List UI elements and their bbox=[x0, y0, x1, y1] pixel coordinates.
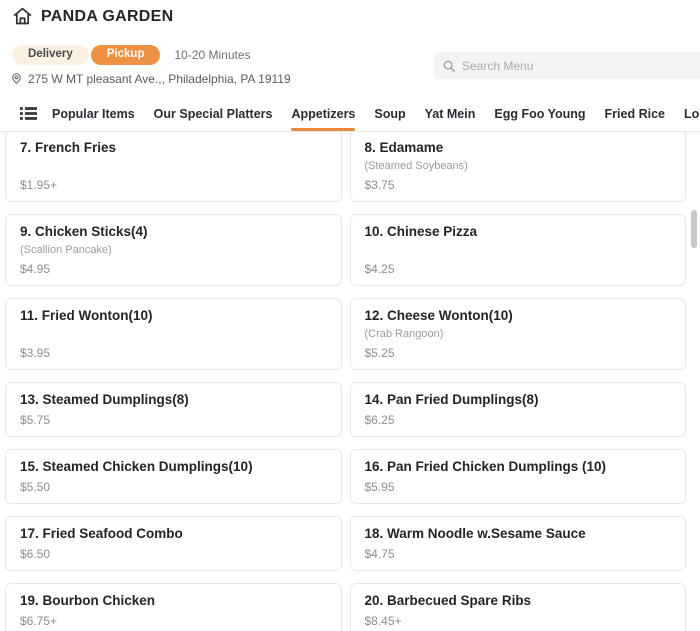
tab-label: Our Special Platters bbox=[154, 107, 273, 121]
menu-item-card[interactable]: 13. Steamed Dumplings(8) $5.75 bbox=[5, 382, 342, 437]
menu-item-title: 7. French Fries bbox=[20, 139, 327, 156]
restaurant-menu-page: PANDA GARDEN Delivery Pickup 10-20 Minut… bbox=[0, 0, 700, 631]
tab-appetizers[interactable]: Appetizers bbox=[291, 96, 355, 131]
menu-item-title: 16. Pan Fried Chicken Dumplings (10) bbox=[365, 458, 672, 475]
tab-popular-items[interactable]: Popular Items bbox=[52, 96, 135, 131]
menu-item-card[interactable]: 7. French Fries $1.95+ bbox=[5, 132, 342, 202]
menu-item-card[interactable]: 11. Fried Wonton(10) $3.95 bbox=[5, 298, 342, 370]
location-pin-icon bbox=[10, 71, 23, 86]
eta-text: 10-20 Minutes bbox=[174, 48, 250, 62]
menu-item-price: $1.95+ bbox=[20, 173, 327, 193]
menu-item-card[interactable]: 8. Edamame (Steamed Soybeans) $3.75 bbox=[350, 132, 687, 202]
menu-item-price: $3.95 bbox=[20, 341, 327, 361]
menu-item-price: $5.25 bbox=[365, 341, 672, 361]
restaurant-name: PANDA GARDEN bbox=[41, 8, 174, 26]
menu-item-subtitle: (Scallion Pancake) bbox=[20, 243, 327, 257]
menu-item-title: 19. Bourbon Chicken bbox=[20, 592, 327, 609]
menu-item-card[interactable]: 16. Pan Fried Chicken Dumplings (10) $5.… bbox=[350, 449, 687, 504]
tab-egg-foo-young[interactable]: Egg Foo Young bbox=[494, 96, 585, 131]
tab-lo-mein[interactable]: Lo Mein bbox=[684, 96, 700, 131]
fulfillment-options: Delivery Pickup 10-20 Minutes bbox=[12, 45, 251, 65]
menu-item-subtitle: (Crab Rangoon) bbox=[365, 327, 672, 341]
menu-item-title: 17. Fried Seafood Combo bbox=[20, 525, 327, 542]
menu-item-title: 8. Edamame bbox=[365, 139, 672, 156]
menu-item-card[interactable]: 9. Chicken Sticks(4) (Scallion Pancake) … bbox=[5, 214, 342, 286]
menu-grid: 7. French Fries $1.95+ 8. Edamame (Steam… bbox=[0, 132, 700, 631]
tab-label: Egg Foo Young bbox=[494, 107, 585, 121]
vertical-scrollbar-thumb[interactable] bbox=[691, 210, 697, 248]
menu-item-price: $5.50 bbox=[20, 475, 327, 495]
tab-soup[interactable]: Soup bbox=[374, 96, 405, 131]
menu-item-title: 9. Chicken Sticks(4) bbox=[20, 223, 327, 240]
menu-item-card[interactable]: 19. Bourbon Chicken $6.75+ bbox=[5, 583, 342, 631]
delivery-button[interactable]: Delivery bbox=[12, 45, 89, 65]
menu-item-price: $4.95 bbox=[20, 257, 327, 277]
menu-item-card[interactable]: 20. Barbecued Spare Ribs $8.45+ bbox=[350, 583, 687, 631]
menu-item-price: $5.95 bbox=[365, 475, 672, 495]
menu-item-price: $6.25 bbox=[365, 408, 672, 428]
menu-item-card[interactable]: 14. Pan Fried Dumplings(8) $6.25 bbox=[350, 382, 687, 437]
tab-label: Lo Mein bbox=[684, 107, 700, 121]
search-input[interactable] bbox=[462, 59, 700, 73]
tab-yat-mein[interactable]: Yat Mein bbox=[425, 96, 476, 131]
tab-label: Yat Mein bbox=[425, 107, 476, 121]
pickup-button[interactable]: Pickup bbox=[91, 45, 161, 65]
menu-item-title: 13. Steamed Dumplings(8) bbox=[20, 391, 327, 408]
search-box[interactable] bbox=[434, 52, 700, 79]
menu-item-price: $4.75 bbox=[365, 542, 672, 562]
home-icon[interactable] bbox=[12, 6, 33, 27]
tab-label: Fried Rice bbox=[605, 107, 665, 121]
tab-fried-rice[interactable]: Fried Rice bbox=[605, 96, 665, 131]
category-tabbar: Popular Items Our Special Platters Appetiz… bbox=[0, 96, 700, 132]
menu-item-price: $3.75 bbox=[365, 173, 672, 193]
address-text: 275 W MT pleasant Ave.,, Philadelphia, P… bbox=[28, 72, 291, 86]
tab-label: Soup bbox=[374, 107, 405, 121]
address-row: 275 W MT pleasant Ave.,, Philadelphia, P… bbox=[10, 71, 291, 86]
menu-item-card[interactable]: 18. Warm Noodle w.Sesame Sauce $4.75 bbox=[350, 516, 687, 571]
menu-item-title: 18. Warm Noodle w.Sesame Sauce bbox=[365, 525, 672, 542]
menu-item-card[interactable]: 15. Steamed Chicken Dumplings(10) $5.50 bbox=[5, 449, 342, 504]
tab-label: Appetizers bbox=[291, 107, 355, 121]
menu-item-title: 14. Pan Fried Dumplings(8) bbox=[365, 391, 672, 408]
tab-our-special-platters[interactable]: Our Special Platters bbox=[154, 96, 273, 131]
menu-item-price: $8.45+ bbox=[365, 609, 672, 629]
category-list-icon[interactable] bbox=[20, 106, 37, 121]
brand-header: PANDA GARDEN bbox=[12, 6, 174, 27]
menu-item-title: 12. Cheese Wonton(10) bbox=[365, 307, 672, 324]
menu-item-title: 20. Barbecued Spare Ribs bbox=[365, 592, 672, 609]
menu-item-card[interactable]: 12. Cheese Wonton(10) (Crab Rangoon) $5.… bbox=[350, 298, 687, 370]
menu-item-title: 15. Steamed Chicken Dumplings(10) bbox=[20, 458, 327, 475]
menu-item-title: 10. Chinese Pizza bbox=[365, 223, 672, 240]
menu-item-card[interactable]: 17. Fried Seafood Combo $6.50 bbox=[5, 516, 342, 571]
menu-item-subtitle: (Steamed Soybeans) bbox=[365, 159, 672, 173]
tab-label: Popular Items bbox=[52, 107, 135, 121]
search-icon bbox=[442, 59, 456, 73]
category-tabs: Popular Items Our Special Platters Appetiz… bbox=[52, 96, 700, 131]
menu-item-price: $6.50 bbox=[20, 542, 327, 562]
menu-item-price: $6.75+ bbox=[20, 609, 327, 629]
menu-item-price: $5.75 bbox=[20, 408, 327, 428]
menu-item-price: $4.25 bbox=[365, 257, 672, 277]
menu-items-area: 7. French Fries $1.95+ 8. Edamame (Steam… bbox=[0, 132, 700, 631]
menu-item-card[interactable]: 10. Chinese Pizza $4.25 bbox=[350, 214, 687, 286]
menu-item-title: 11. Fried Wonton(10) bbox=[20, 307, 327, 324]
